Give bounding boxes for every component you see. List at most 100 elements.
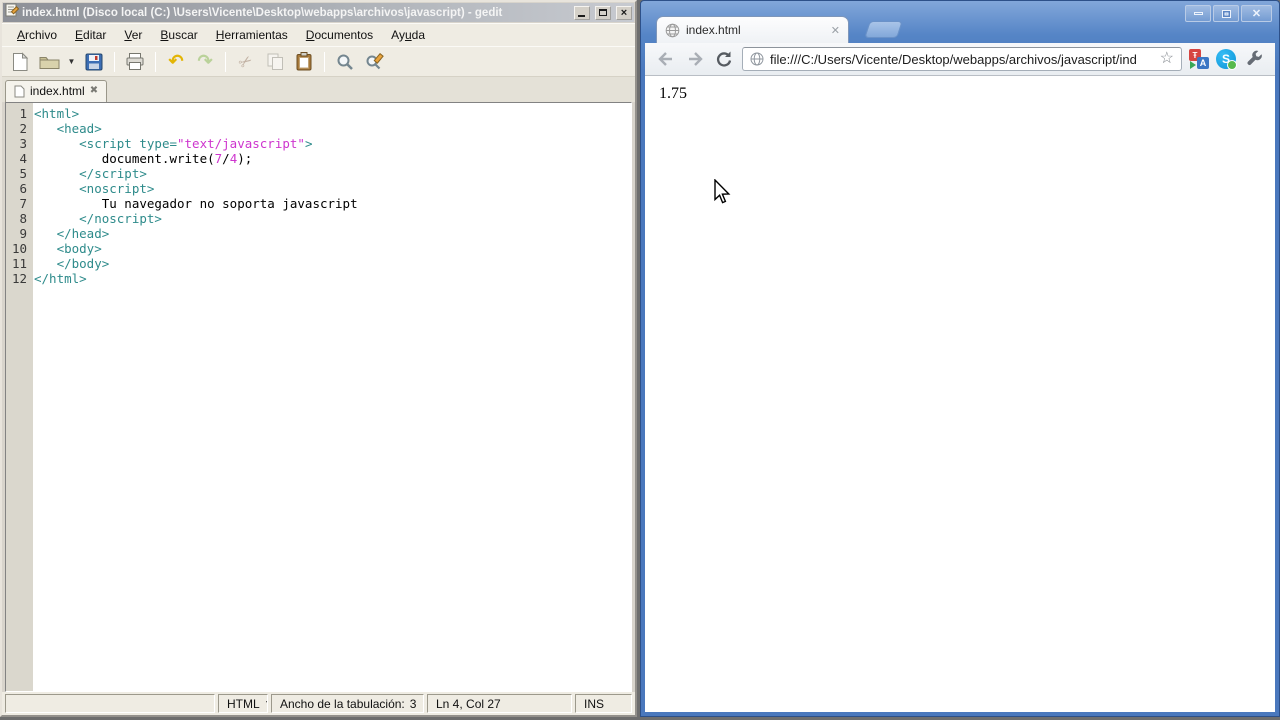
code-line: 4 document.write(7/4);	[6, 151, 631, 166]
gedit-titlebar[interactable]: index.html (Disco local (C:) \Users\Vice…	[3, 3, 634, 22]
open-folder-icon	[39, 56, 59, 69]
toolbar-separator	[155, 51, 156, 72]
menu-documentos[interactable]: Documentos	[297, 25, 382, 45]
tab-close-icon[interactable]: ✕	[831, 24, 840, 37]
redo-button[interactable]: ↷	[192, 49, 218, 75]
reload-button[interactable]	[713, 48, 735, 70]
code-line: 1 <html>	[6, 106, 631, 121]
open-document-button[interactable]	[36, 49, 62, 75]
print-button[interactable]	[122, 49, 148, 75]
gedit-window: index.html (Disco local (C:) \Users\Vice…	[0, 0, 637, 717]
gedit-window-title: index.html (Disco local (C:) \Users\Vice…	[22, 6, 503, 19]
gedit-menubar: Archivo Editar Ver Buscar Herramientas Docume…	[2, 23, 635, 46]
code-line: 11 </body>	[6, 256, 631, 271]
undo-button[interactable]: ↶	[163, 49, 189, 75]
mouse-cursor-icon	[714, 179, 731, 204]
maximize-icon	[1221, 9, 1231, 18]
menu-archivo[interactable]: Archivo	[8, 25, 66, 45]
paste-button[interactable]	[291, 49, 317, 75]
code-line: 3 <script type="text/javascript">	[6, 136, 631, 151]
toolbar-separator	[225, 51, 226, 72]
browser-titlebar[interactable]: index.html ✕ ✕	[641, 1, 1279, 43]
menu-ayuda[interactable]: Ayuda	[382, 25, 434, 45]
globe-favicon-icon	[665, 23, 680, 37]
page-globe-icon	[750, 52, 764, 66]
translate-arrow-icon	[1190, 61, 1196, 69]
menu-editar[interactable]: Editar	[66, 25, 115, 45]
menu-buscar[interactable]: Buscar	[151, 25, 206, 45]
copy-button[interactable]	[262, 49, 288, 75]
code-line: 8 </noscript>	[6, 211, 631, 226]
gedit-maximize-button[interactable]	[595, 5, 611, 20]
line-number: 11	[11, 256, 27, 271]
input-mode-label: INS	[584, 696, 605, 711]
code-line: 10 <body>	[6, 241, 631, 256]
back-button[interactable]	[655, 48, 677, 70]
code-line: 7 Tu navegador no soporta javascript	[6, 196, 631, 211]
forward-icon	[689, 52, 703, 66]
cursor-position-panel: Ln 4, Col 27	[427, 694, 572, 713]
code-line: 12 </html>	[6, 271, 631, 286]
line-number: 5	[19, 166, 27, 181]
tab-close-icon[interactable]: ✖	[90, 86, 98, 96]
window-controls: ✕	[1183, 5, 1272, 22]
chevron-down-icon: ▼	[421, 700, 423, 707]
browser-tab-index-html[interactable]: index.html ✕	[656, 16, 849, 43]
desktop: index.html (Disco local (C:) \Users\Vice…	[0, 0, 1280, 720]
undo-icon: ↶	[168, 51, 184, 71]
code-line: 5 </script>	[6, 166, 631, 181]
find-replace-button[interactable]	[361, 49, 387, 75]
page-content: 1.75	[645, 76, 1275, 712]
minimize-icon	[1193, 12, 1203, 15]
url-text[interactable]: file:///C:/Users/Vicente/Desktop/webapps…	[770, 52, 1154, 67]
menu-ver[interactable]: Ver	[115, 25, 151, 45]
copy-icon	[267, 53, 283, 70]
toolbar-separator	[114, 51, 115, 72]
menu-herramientas[interactable]: Herramientas	[207, 25, 297, 45]
gedit-minimize-button[interactable]	[574, 5, 590, 20]
page-result-text: 1.75	[659, 85, 687, 102]
wrench-menu-button[interactable]	[1243, 48, 1265, 70]
language-dropdown[interactable]: HTML ▼	[218, 694, 268, 713]
gedit-tab-label: index.html	[30, 84, 85, 98]
address-bar[interactable]: file:///C:/Users/Vicente/Desktop/webapps…	[742, 47, 1182, 71]
browser-tab-label: index.html	[686, 23, 741, 37]
tab-width-dropdown[interactable]: Ancho de la tabulación: 3 ▼	[271, 694, 424, 713]
cursor-position-label: Ln 4, Col 27	[436, 696, 501, 711]
gedit-close-button[interactable]: ×	[616, 5, 632, 20]
cut-button[interactable]: ✂	[233, 49, 259, 75]
paste-icon	[296, 52, 312, 71]
save-button[interactable]	[81, 49, 107, 75]
new-tab-button[interactable]	[864, 21, 903, 38]
status-message-panel	[5, 694, 215, 713]
find-icon	[337, 54, 353, 70]
tab-width-label: Ancho de la tabulación:	[280, 696, 405, 711]
line-number: 9	[19, 226, 27, 241]
chevron-down-icon: ▼	[265, 700, 267, 707]
code-line: 2 <head>	[6, 121, 631, 136]
print-icon	[126, 53, 144, 70]
gedit-tab-index-html[interactable]: index.html ✖	[5, 80, 108, 102]
forward-button[interactable]	[684, 48, 706, 70]
open-dropdown-caret: ▼	[67, 57, 76, 66]
browser-minimize-button[interactable]	[1185, 5, 1211, 22]
gedit-code-area[interactable]: 1 <html> 2 <head> 3 <script type="text/java…	[5, 102, 632, 692]
find-button[interactable]	[332, 49, 358, 75]
line-number: 3	[19, 136, 27, 151]
back-icon	[658, 52, 672, 66]
close-icon: ×	[620, 6, 628, 19]
bookmark-star-icon[interactable]: ☆	[1160, 51, 1174, 67]
input-mode-panel: INS	[575, 694, 632, 713]
new-document-button[interactable]	[7, 49, 33, 75]
cut-icon: ✂	[235, 51, 257, 73]
translate-extension-button[interactable]: Ŧ A	[1189, 49, 1209, 69]
minimize-icon	[578, 14, 585, 17]
tab-width-value: 3	[409, 696, 417, 711]
browser-maximize-button[interactable]	[1213, 5, 1239, 22]
line-number: 7	[19, 196, 27, 211]
browser-toolbar: file:///C:/Users/Vicente/Desktop/webapps…	[645, 43, 1275, 76]
skype-extension-button[interactable]: S	[1216, 49, 1237, 70]
browser-close-button[interactable]: ✕	[1241, 5, 1272, 22]
line-number: 6	[19, 181, 27, 196]
open-dropdown-button[interactable]: ▼	[65, 49, 78, 75]
